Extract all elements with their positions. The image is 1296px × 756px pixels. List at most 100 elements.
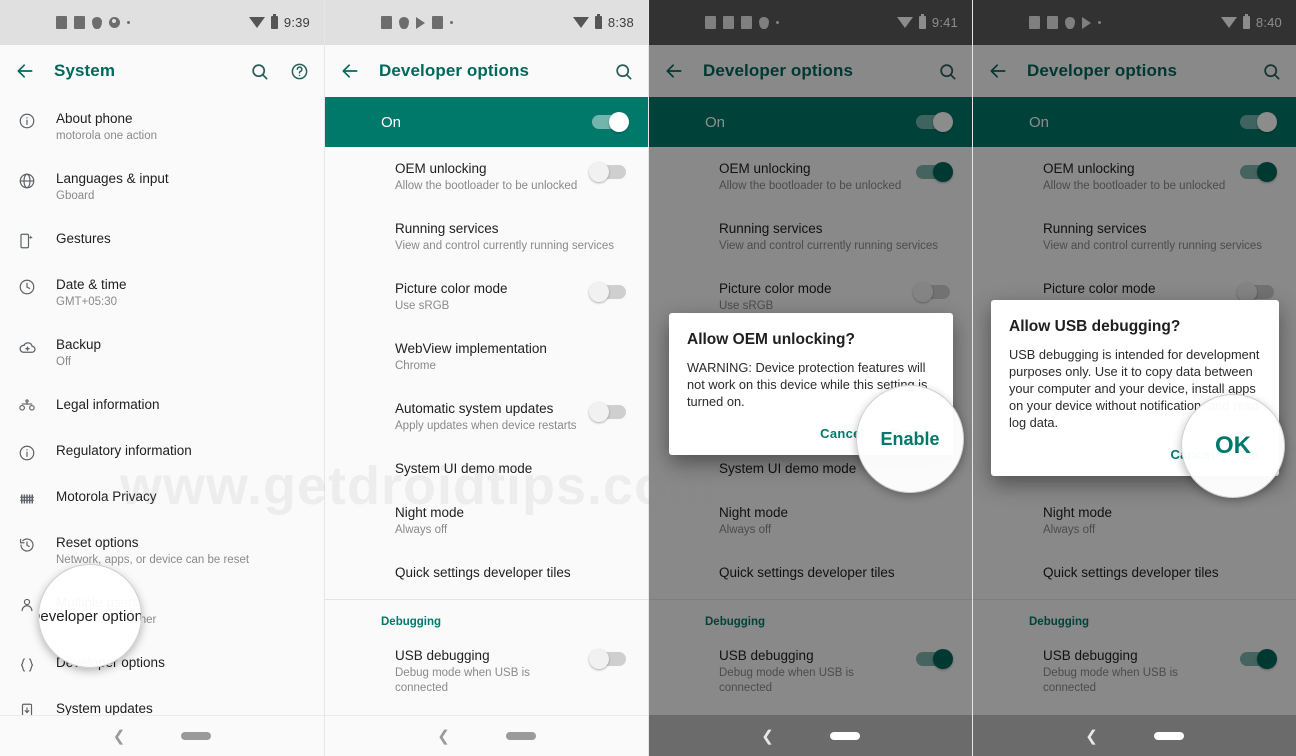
info-icon [14, 112, 40, 130]
master-switch-label: On [381, 113, 402, 131]
status-clock: 8:38 [607, 15, 634, 30]
list-item-title: Running services [395, 221, 499, 236]
overflow-dot-icon [127, 21, 130, 24]
automatic-system-updates-toggle[interactable] [589, 402, 626, 422]
nav-home-pill[interactable] [1153, 732, 1184, 740]
list-item-subtitle: Debug mode when USB is connected [395, 667, 530, 694]
status-system-icons: 8:38 [572, 14, 634, 30]
list-item-subtitle: Use sRGB [395, 300, 450, 312]
nav-bar: ❮ [0, 715, 324, 756]
page-title: System [54, 61, 116, 80]
master-switch-toggle[interactable] [592, 112, 629, 132]
nav-back-icon[interactable]: ❮ [1085, 729, 1098, 744]
panel-system-settings: 9:39 System About phone motorola one acti… [0, 0, 324, 756]
list-item[interactable]: Motorola Privacy [0, 475, 324, 521]
section-header-debugging: Debugging [381, 616, 442, 628]
list-item-title: Night mode [395, 505, 465, 520]
settings-list: About phone motorola one action Languages… [0, 97, 324, 747]
app-bar: System [0, 45, 324, 97]
list-item[interactable]: Regulatory information [0, 429, 324, 475]
list-item-title: About phone [56, 111, 133, 126]
scales-icon [14, 398, 40, 416]
list-item-subtitle: motorola one action [56, 130, 158, 142]
back-arrow-icon[interactable] [339, 60, 361, 82]
list-item-oem-unlocking[interactable]: OEM unlocking Allow the bootloader to be … [325, 147, 648, 207]
contact-card-icon [74, 16, 85, 29]
status-notification-icons [381, 16, 453, 29]
status-system-icons: 9:39 [248, 14, 310, 30]
list-item[interactable]: Legal information [0, 383, 324, 429]
nav-home-pill[interactable] [505, 732, 536, 740]
battery-icon [594, 14, 602, 29]
list-item-title: USB debugging [395, 648, 490, 663]
list-item-running-services[interactable]: Running services View and control current… [325, 207, 648, 267]
list-item[interactable]: Gestures [0, 217, 324, 263]
wifi-icon [572, 17, 589, 28]
search-icon[interactable] [612, 60, 634, 82]
list-item[interactable]: Languages & input Gboard [0, 157, 324, 217]
nav-home-pill[interactable] [829, 732, 860, 740]
section-divider [325, 599, 648, 600]
list-item-subtitle: GMT+05:30 [56, 296, 118, 308]
shield-icon [399, 16, 409, 29]
list-item-picture-color-mode[interactable]: Picture color mode Use sRGB [325, 267, 648, 327]
developer-options-master-switch-row[interactable]: On [325, 97, 648, 147]
list-item[interactable]: Date & time GMT+05:30 [0, 263, 324, 323]
history-icon [14, 536, 40, 554]
clock-icon [14, 278, 40, 296]
gesture-icon [14, 232, 40, 250]
list-item-subtitle: Always off [395, 524, 448, 536]
panel-oem-unlocking-dialog: 9:41 Developer options On OEM unlocking A… [648, 0, 972, 756]
list-item-subtitle: Off [56, 356, 72, 368]
usb-debugging-toggle[interactable] [589, 649, 626, 669]
list-item[interactable]: Reset options Network, apps, or device ca… [0, 521, 324, 581]
overflow-dot-icon [450, 21, 453, 24]
wifi-icon [248, 17, 265, 28]
nav-back-icon[interactable]: ❮ [437, 729, 450, 744]
status-clock: 9:39 [283, 15, 310, 30]
list-item-webview-implementation[interactable]: WebView implementation Chrome [325, 327, 648, 387]
nav-back-icon[interactable]: ❮ [113, 729, 126, 744]
lens-label: Enable [880, 428, 940, 449]
nav-home-pill[interactable] [181, 732, 212, 740]
back-arrow-icon[interactable] [14, 60, 36, 82]
list-item-title: Automatic system updates [395, 401, 554, 416]
picture-color-mode-toggle[interactable] [589, 282, 626, 302]
play-icon [416, 16, 425, 29]
nav-bar: ❮ [325, 715, 648, 756]
nav-back-icon[interactable]: ❮ [761, 729, 774, 744]
nav-bar: ❮ [973, 715, 1296, 756]
list-item-subtitle: Apply updates when device restarts [395, 420, 577, 432]
list-item[interactable]: Backup Off [0, 323, 324, 383]
list-item-usb-debugging[interactable]: USB debugging Debug mode when USB is conn… [325, 634, 648, 709]
list-item-title: Picture color mode [395, 281, 508, 296]
list-item-title: Regulatory information [56, 443, 192, 458]
list-item-automatic-system-updates[interactable]: Automatic system updates Apply updates wh… [325, 387, 648, 447]
status-bar: 9:39 [0, 0, 324, 45]
list-item-night-mode[interactable]: Night mode Always off [325, 491, 648, 551]
screenshot-root: 9:39 System About phone motorola one acti… [0, 0, 1296, 756]
help-icon[interactable] [288, 60, 310, 82]
list-item-title: WebView implementation [395, 341, 547, 356]
battery-icon [270, 14, 278, 29]
list-item-system-ui-demo-mode[interactable]: System UI demo mode [325, 447, 648, 491]
status-notification-icons [56, 16, 130, 29]
app-bar: Developer options [325, 45, 648, 97]
dialog-title: Allow USB debugging? [1009, 318, 1181, 335]
list-item-quick-settings-developer-tiles[interactable]: Quick settings developer tiles [325, 551, 648, 595]
page-title: Developer options [379, 61, 530, 80]
person-icon [14, 596, 40, 614]
search-icon[interactable] [248, 60, 270, 82]
privacy-icon [14, 490, 40, 508]
list-item-title: Languages & input [56, 171, 169, 186]
list-item-title: Gestures [56, 231, 111, 246]
list-item-subtitle: Gboard [56, 190, 95, 202]
developer-options-list: OEM unlocking Allow the bootloader to be … [325, 147, 648, 756]
lens-label: OK [1215, 432, 1251, 459]
nav-bar: ❮ [649, 715, 972, 756]
list-item[interactable]: About phone motorola one action [0, 97, 324, 157]
oem-unlocking-toggle[interactable] [589, 162, 626, 182]
list-item-subtitle: View and control currently running servi… [395, 240, 615, 252]
list-item-title: Motorola Privacy [56, 489, 157, 504]
list-item-title: Backup [56, 337, 102, 352]
